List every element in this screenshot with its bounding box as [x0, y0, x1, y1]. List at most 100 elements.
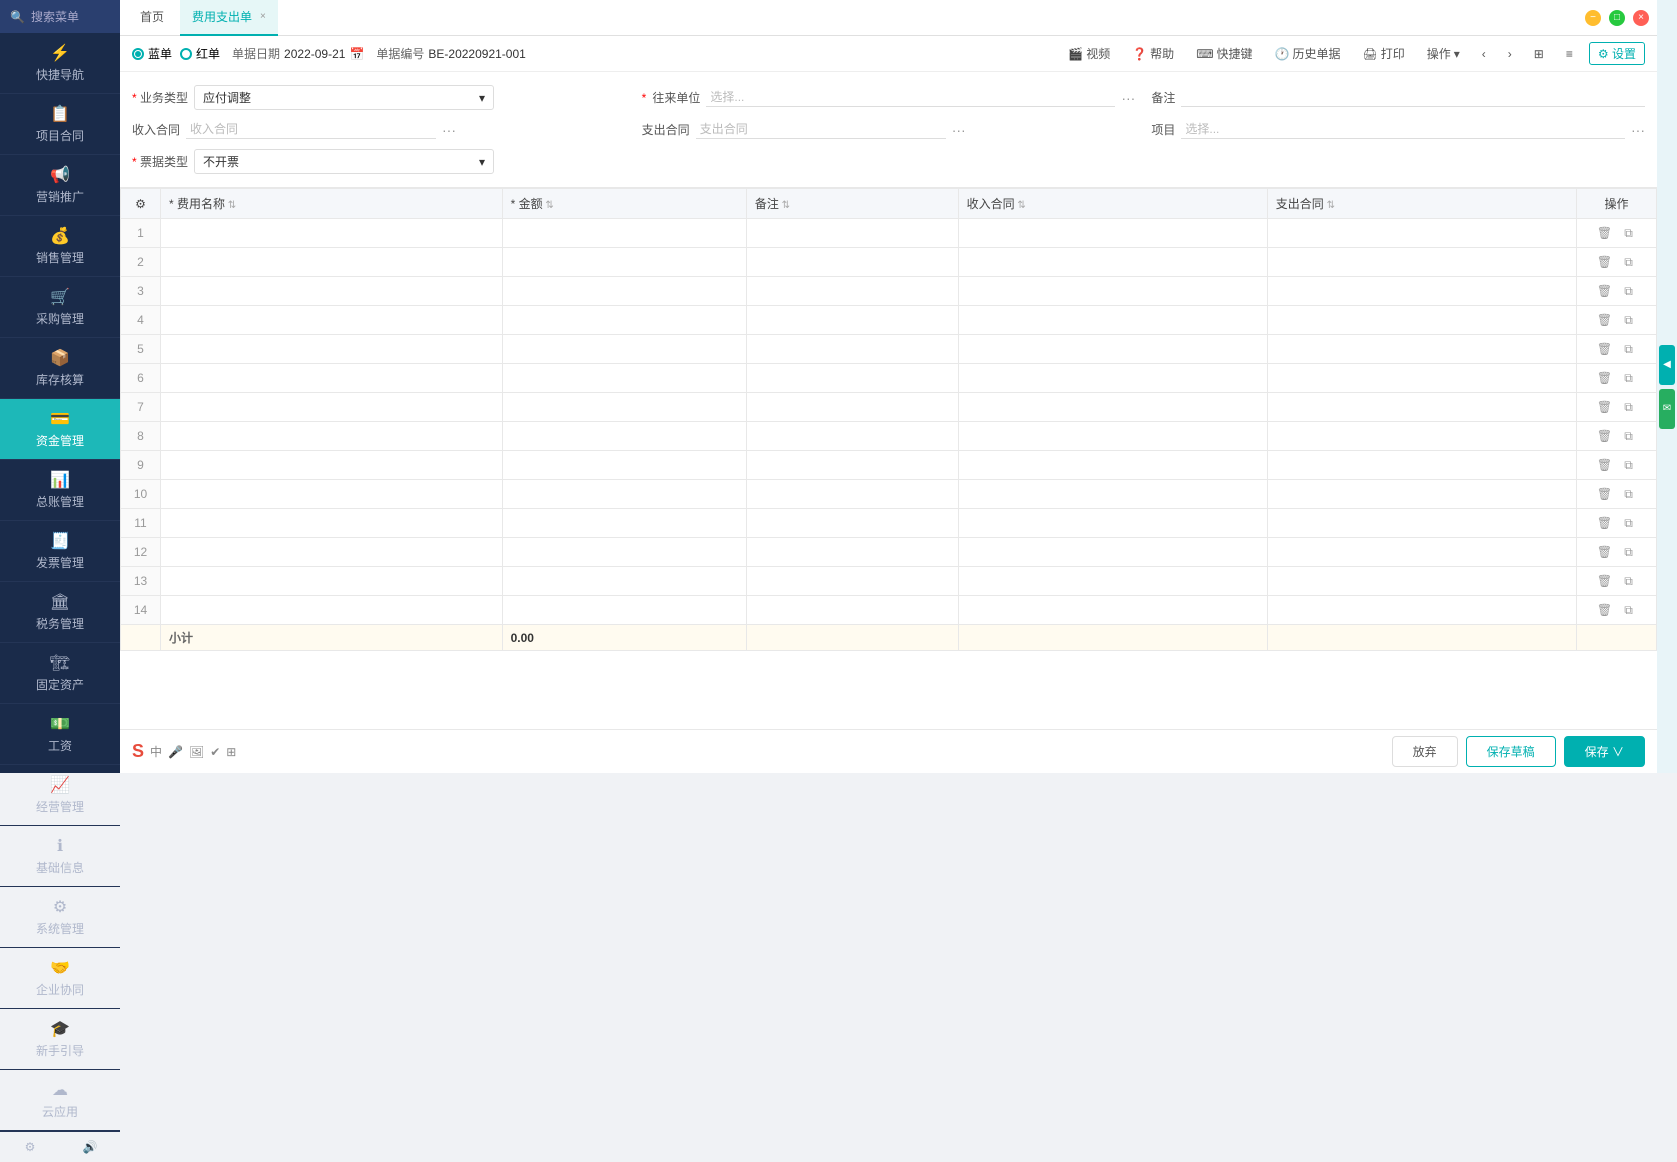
cell-expense-name[interactable] [161, 335, 503, 364]
cell-income-contract[interactable] [958, 364, 1267, 393]
col-income-contract[interactable]: 收入合同 [958, 189, 1267, 219]
cell-expense-name[interactable] [161, 509, 503, 538]
save-button[interactable]: 保存 ∨ [1564, 736, 1645, 767]
tab-home[interactable]: 首页 [128, 0, 176, 36]
tab-close-icon[interactable]: × [260, 11, 266, 22]
cell-income-contract[interactable] [958, 393, 1267, 422]
view-btn[interactable]: 🎬 视频 [1062, 43, 1116, 64]
sidebar-item-business-mgmt[interactable]: 📈经营管理 [0, 765, 120, 826]
cell-expense-contract[interactable] [1267, 248, 1576, 277]
cell-amount[interactable] [502, 248, 746, 277]
row-copy-btn[interactable]: ⧉ [1619, 339, 1639, 359]
row-delete-btn[interactable]: 🗑 [1595, 310, 1615, 330]
calendar-icon[interactable]: 📅 [349, 47, 364, 61]
row-copy-btn[interactable]: ⧉ [1619, 281, 1639, 301]
row-copy-btn[interactable]: ⧉ [1619, 484, 1639, 504]
cell-remark[interactable] [746, 480, 958, 509]
cell-expense-contract[interactable] [1267, 219, 1576, 248]
history-btn[interactable]: 🕐 历史单据 [1269, 43, 1347, 64]
cell-expense-contract[interactable] [1267, 277, 1576, 306]
sidebar-item-project-contract[interactable]: 📋项目合同 [0, 94, 120, 155]
expense-contract-input[interactable] [696, 120, 946, 139]
sidebar-item-capital-mgmt[interactable]: 💳资金管理 [0, 399, 120, 460]
cell-expense-name[interactable] [161, 538, 503, 567]
nav-prev-btn[interactable]: ‹ [1476, 45, 1492, 63]
settings-button[interactable]: ⚙ 设置 [1589, 42, 1645, 65]
col-amount[interactable]: * 金额 [502, 189, 746, 219]
row-delete-btn[interactable]: 🗑 [1595, 252, 1615, 272]
cell-expense-contract[interactable] [1267, 480, 1576, 509]
row-delete-btn[interactable]: 🗑 [1595, 426, 1615, 446]
save-draft-button[interactable]: 保存草稿 [1466, 736, 1556, 767]
cell-expense-name[interactable] [161, 567, 503, 596]
row-delete-btn[interactable]: 🗑 [1595, 571, 1615, 591]
remark-input[interactable] [1181, 88, 1645, 107]
col-expense-name[interactable]: * 费用名称 [161, 189, 503, 219]
sidebar-item-marketing[interactable]: 📢营销推广 [0, 155, 120, 216]
sidebar-item-ledger-mgmt[interactable]: 📊总账管理 [0, 460, 120, 521]
cell-amount[interactable] [502, 451, 746, 480]
sidebar-item-fixed-assets[interactable]: 🏗固定资产 [0, 643, 120, 704]
row-copy-btn[interactable]: ⧉ [1619, 571, 1639, 591]
help-btn[interactable]: ❓ 帮助 [1126, 43, 1180, 64]
col-gear[interactable]: ⚙ [121, 189, 161, 219]
sidebar-item-purchase-mgmt[interactable]: 🛒采购管理 [0, 277, 120, 338]
row-copy-btn[interactable]: ⧉ [1619, 310, 1639, 330]
cell-amount[interactable] [502, 335, 746, 364]
cell-amount[interactable] [502, 306, 746, 335]
row-delete-btn[interactable]: 🗑 [1595, 397, 1615, 417]
invoice-type-select[interactable]: 不开票 ▾ [194, 149, 494, 174]
sidebar-item-enterprise-coop[interactable]: 🤝企业协同 [0, 948, 120, 1009]
cell-remark[interactable] [746, 306, 958, 335]
cell-expense-name[interactable] [161, 596, 503, 625]
cell-expense-name[interactable] [161, 393, 503, 422]
right-panel-bottom-btn[interactable]: ✉ [1659, 389, 1675, 429]
row-delete-btn[interactable]: 🗑 [1595, 542, 1615, 562]
cell-remark[interactable] [746, 364, 958, 393]
row-delete-btn[interactable]: 🗑 [1595, 484, 1615, 504]
cell-expense-contract[interactable] [1267, 596, 1576, 625]
cell-expense-contract[interactable] [1267, 538, 1576, 567]
cell-expense-name[interactable] [161, 306, 503, 335]
expense-contract-dots[interactable]: ··· [952, 122, 966, 138]
sidebar-settings-btn[interactable]: ⚙ [0, 1132, 60, 1162]
col-expense-contract[interactable]: 支出合同 [1267, 189, 1576, 219]
cell-income-contract[interactable] [958, 480, 1267, 509]
cell-remark[interactable] [746, 219, 958, 248]
cell-income-contract[interactable] [958, 538, 1267, 567]
cell-amount[interactable] [502, 509, 746, 538]
row-delete-btn[interactable]: 🗑 [1595, 600, 1615, 620]
discard-button[interactable]: 放弃 [1392, 736, 1458, 767]
cell-income-contract[interactable] [958, 277, 1267, 306]
cell-expense-name[interactable] [161, 364, 503, 393]
row-copy-btn[interactable]: ⧉ [1619, 368, 1639, 388]
cell-expense-name[interactable] [161, 480, 503, 509]
sidebar-item-salary[interactable]: 💵工资 [0, 704, 120, 765]
cell-amount[interactable] [502, 567, 746, 596]
print-btn[interactable]: 🖨 打印 [1357, 43, 1411, 64]
row-copy-btn[interactable]: ⧉ [1619, 426, 1639, 446]
sidebar-item-quick-nav[interactable]: ⚡快捷导航 [0, 33, 120, 94]
sidebar-item-system-mgmt[interactable]: ⚙系统管理 [0, 887, 120, 948]
radio-red[interactable]: 红单 [180, 45, 220, 62]
cell-amount[interactable] [502, 422, 746, 451]
cell-expense-contract[interactable] [1267, 567, 1576, 596]
counterpart-input[interactable] [706, 88, 1115, 107]
cell-expense-contract[interactable] [1267, 509, 1576, 538]
row-copy-btn[interactable]: ⧉ [1619, 252, 1639, 272]
biz-type-select[interactable]: 应付调整 ▾ [194, 85, 494, 110]
cell-expense-contract[interactable] [1267, 451, 1576, 480]
row-delete-btn[interactable]: 🗑 [1595, 368, 1615, 388]
row-delete-btn[interactable]: 🗑 [1595, 223, 1615, 243]
cell-income-contract[interactable] [958, 422, 1267, 451]
nav-next-btn[interactable]: › [1502, 45, 1518, 63]
window-minimize-btn[interactable]: − [1585, 10, 1601, 26]
cell-expense-contract[interactable] [1267, 364, 1576, 393]
sidebar-item-basic-info[interactable]: ℹ基础信息 [0, 826, 120, 887]
sidebar-item-cloud-apps[interactable]: ☁云应用 [0, 1070, 120, 1131]
sidebar-item-inventory[interactable]: 📦库存核算 [0, 338, 120, 399]
cell-expense-contract[interactable] [1267, 422, 1576, 451]
cell-income-contract[interactable] [958, 451, 1267, 480]
cell-income-contract[interactable] [958, 567, 1267, 596]
cell-expense-name[interactable] [161, 277, 503, 306]
